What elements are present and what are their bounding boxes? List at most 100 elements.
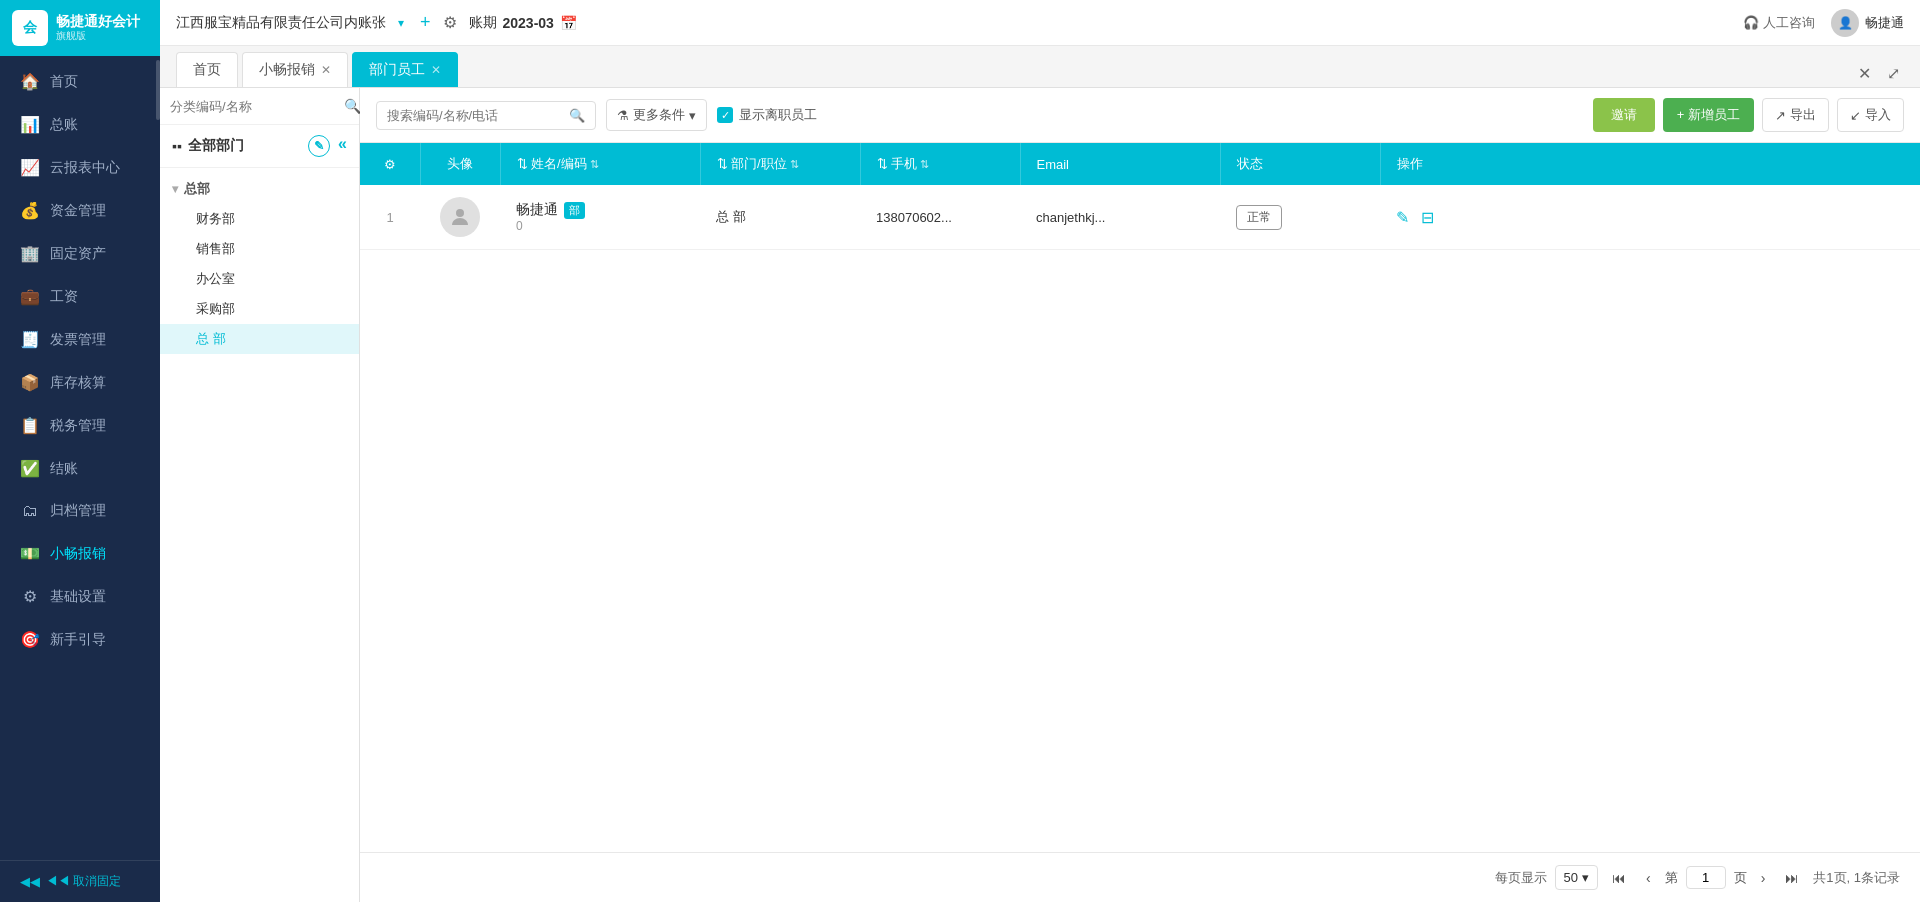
- th-actions: 操作: [1380, 143, 1920, 185]
- sidebar-item-label-ledger: 总账: [50, 116, 78, 134]
- dept-node-hq[interactable]: 总 部: [160, 324, 359, 354]
- th-name[interactable]: ⇅ 姓名/编码: [500, 143, 700, 185]
- per-page-select[interactable]: 50 ▾: [1555, 865, 1598, 890]
- close-period-icon: ✅: [20, 459, 40, 478]
- sidebar-item-expense[interactable]: 💵 小畅报销: [0, 532, 160, 575]
- sidebar-item-label-invoice: 发票管理: [50, 331, 106, 349]
- tab-close-all-icon[interactable]: ✕: [1854, 60, 1875, 87]
- dept-node-sales[interactable]: 销售部: [160, 234, 359, 264]
- topbar-right: 🎧 人工咨询 👤 畅捷通: [1743, 9, 1904, 37]
- calendar-icon[interactable]: 📅: [560, 15, 577, 31]
- next-page-button[interactable]: ›: [1755, 868, 1772, 888]
- dept-collapse-icon[interactable]: «: [338, 135, 347, 157]
- sidebar-item-tax[interactable]: 📋 税务管理: [0, 404, 160, 447]
- row-action-buttons: ✎ ⊟: [1396, 208, 1904, 227]
- sidebar-item-label-funds: 资金管理: [50, 202, 106, 220]
- sidebar-item-salary[interactable]: 💼 工资: [0, 275, 160, 318]
- th-settings[interactable]: ⚙: [360, 143, 420, 185]
- dept-search-input[interactable]: [170, 99, 338, 114]
- import-button[interactable]: ↙ 导入: [1837, 98, 1904, 132]
- invite-button[interactable]: 邀请: [1593, 98, 1655, 132]
- topbar: 江西服宝精品有限责任公司内账张 ▾ + ⚙ 账期 2023-03 📅 🎧 人工咨…: [160, 0, 1920, 46]
- sidebar-item-label-archive: 归档管理: [50, 502, 106, 520]
- show-resigned-toggle[interactable]: ✓ 显示离职员工: [717, 106, 817, 124]
- dept-add-icon[interactable]: ✎: [308, 135, 330, 157]
- first-page-button[interactable]: ⏮: [1606, 868, 1632, 888]
- dept-node-finance[interactable]: 财务部: [160, 204, 359, 234]
- main-content: 江西服宝精品有限责任公司内账张 ▾ + ⚙ 账期 2023-03 📅 🎧 人工咨…: [160, 0, 1920, 902]
- tab-expand-icon[interactable]: ⤢: [1883, 60, 1904, 87]
- sidebar-item-label-tax: 税务管理: [50, 417, 106, 435]
- sidebar-item-inventory[interactable]: 📦 库存核算: [0, 361, 160, 404]
- per-page-value: 50: [1564, 870, 1578, 885]
- support-button[interactable]: 🎧 人工咨询: [1743, 14, 1815, 32]
- dept-node-purchase[interactable]: 采购部: [160, 294, 359, 324]
- user-menu[interactable]: 👤 畅捷通: [1831, 9, 1904, 37]
- row-avatar: [420, 185, 500, 250]
- sidebar: 会 畅捷通好会计 旗舰版 🏠 首页 📊 总账 📈 云报表中心 💰 资金管理 🏢 …: [0, 0, 160, 902]
- sidebar-item-settings[interactable]: ⚙ 基础设置: [0, 575, 160, 618]
- employee-search-input[interactable]: [387, 108, 563, 123]
- add-employee-button[interactable]: + 新增员工: [1663, 98, 1754, 132]
- logo-area: 会 畅捷通好会计 旗舰版: [0, 0, 160, 56]
- show-resigned-label: 显示离职员工: [739, 106, 817, 124]
- dept-node-office[interactable]: 办公室: [160, 264, 359, 294]
- pagination: 每页显示 50 ▾ ⏮ ‹ 第 页 › ⏭ 共1页, 1条记录: [360, 852, 1920, 902]
- delete-button[interactable]: ⊟: [1421, 208, 1434, 227]
- tax-icon: 📋: [20, 416, 40, 435]
- add-company-button[interactable]: +: [420, 12, 431, 33]
- row-actions-cell: ✎ ⊟: [1380, 185, 1920, 250]
- row-phone-cell: 138070602...: [860, 185, 1020, 250]
- salary-icon: 💼: [20, 287, 40, 306]
- export-button[interactable]: ↗ 导出: [1762, 98, 1829, 132]
- tab-employee-close-icon[interactable]: ✕: [431, 63, 441, 77]
- sidebar-item-ledger[interactable]: 📊 总账: [0, 103, 160, 146]
- sidebar-item-close[interactable]: ✅ 结账: [0, 447, 160, 490]
- sidebar-item-invoice[interactable]: 🧾 发票管理: [0, 318, 160, 361]
- prev-page-button[interactable]: ‹: [1640, 868, 1657, 888]
- dept-panel: 🔍 ▪▪ 全部部门 ✎ « ▾ 总部 财务部 销售部 办公室: [160, 88, 360, 902]
- period-label: 账期 2023-03 📅: [469, 14, 577, 32]
- home-icon: 🏠: [20, 72, 40, 91]
- right-panel: 🔍 ⚗ 更多条件 ▾ ✓ 显示离职员工 邀请 + 新增员工 ↗ 导出: [360, 88, 1920, 902]
- topbar-settings-icon[interactable]: ⚙: [443, 13, 457, 32]
- tab-employee[interactable]: 部门员工 ✕: [352, 52, 458, 87]
- dept-header-left: ▪▪ 全部部门: [172, 137, 244, 155]
- employee-search-area: 🔍: [376, 101, 596, 130]
- sidebar-item-label-salary: 工资: [50, 288, 78, 306]
- tab-bar: 首页 小畅报销 ✕ 部门员工 ✕ ✕ ⤢: [160, 46, 1920, 88]
- edit-button[interactable]: ✎: [1396, 208, 1409, 227]
- sidebar-item-reports[interactable]: 📈 云报表中心: [0, 146, 160, 189]
- dept-tree: ▾ 总部 财务部 销售部 办公室 采购部 总 部: [160, 168, 359, 902]
- th-dept[interactable]: ⇅ 部门/职位: [700, 143, 860, 185]
- expense-icon: 💵: [20, 544, 40, 563]
- show-resigned-checkbox[interactable]: ✓: [717, 107, 733, 123]
- sidebar-item-archive[interactable]: 🗂 归档管理: [0, 490, 160, 532]
- company-dropdown-icon[interactable]: ▾: [398, 16, 404, 30]
- sidebar-item-guide[interactable]: 🎯 新手引导: [0, 618, 160, 661]
- employee-table-container: ⚙ 头像 ⇅ 姓名/编码 ⇅ 部门/职位 ⇅ 手机 Email 状态 操作 1: [360, 143, 1920, 852]
- dept-node-parent-hq[interactable]: ▾ 总部: [160, 174, 359, 204]
- sidebar-item-assets[interactable]: 🏢 固定资产: [0, 232, 160, 275]
- page-label: 第: [1665, 869, 1678, 887]
- invoice-icon: 🧾: [20, 330, 40, 349]
- import-icon: ↙: [1850, 108, 1861, 123]
- sidebar-item-funds[interactable]: 💰 资金管理: [0, 189, 160, 232]
- cancel-pin-icon: ◀◀: [20, 874, 40, 889]
- employee-search-icon[interactable]: 🔍: [569, 108, 585, 123]
- tab-expense[interactable]: 小畅报销 ✕: [242, 52, 348, 87]
- filter-more-button[interactable]: ⚗ 更多条件 ▾: [606, 99, 707, 131]
- last-page-button[interactable]: ⏭: [1779, 868, 1805, 888]
- per-page-label: 每页显示: [1495, 869, 1547, 887]
- sidebar-item-label-settings: 基础设置: [50, 588, 106, 606]
- sidebar-item-label-inventory: 库存核算: [50, 374, 106, 392]
- page-input[interactable]: [1686, 866, 1726, 889]
- th-phone[interactable]: ⇅ 手机: [860, 143, 1020, 185]
- sidebar-item-home[interactable]: 🏠 首页: [0, 60, 160, 103]
- cancel-pin-button[interactable]: ◀◀ ◀◀ 取消固定: [0, 860, 160, 902]
- dept-search-icon[interactable]: 🔍: [344, 98, 361, 114]
- tab-expense-close-icon[interactable]: ✕: [321, 63, 331, 77]
- reports-icon: 📈: [20, 158, 40, 177]
- tab-home[interactable]: 首页: [176, 52, 238, 87]
- filter-icon: ⚗: [617, 108, 629, 123]
